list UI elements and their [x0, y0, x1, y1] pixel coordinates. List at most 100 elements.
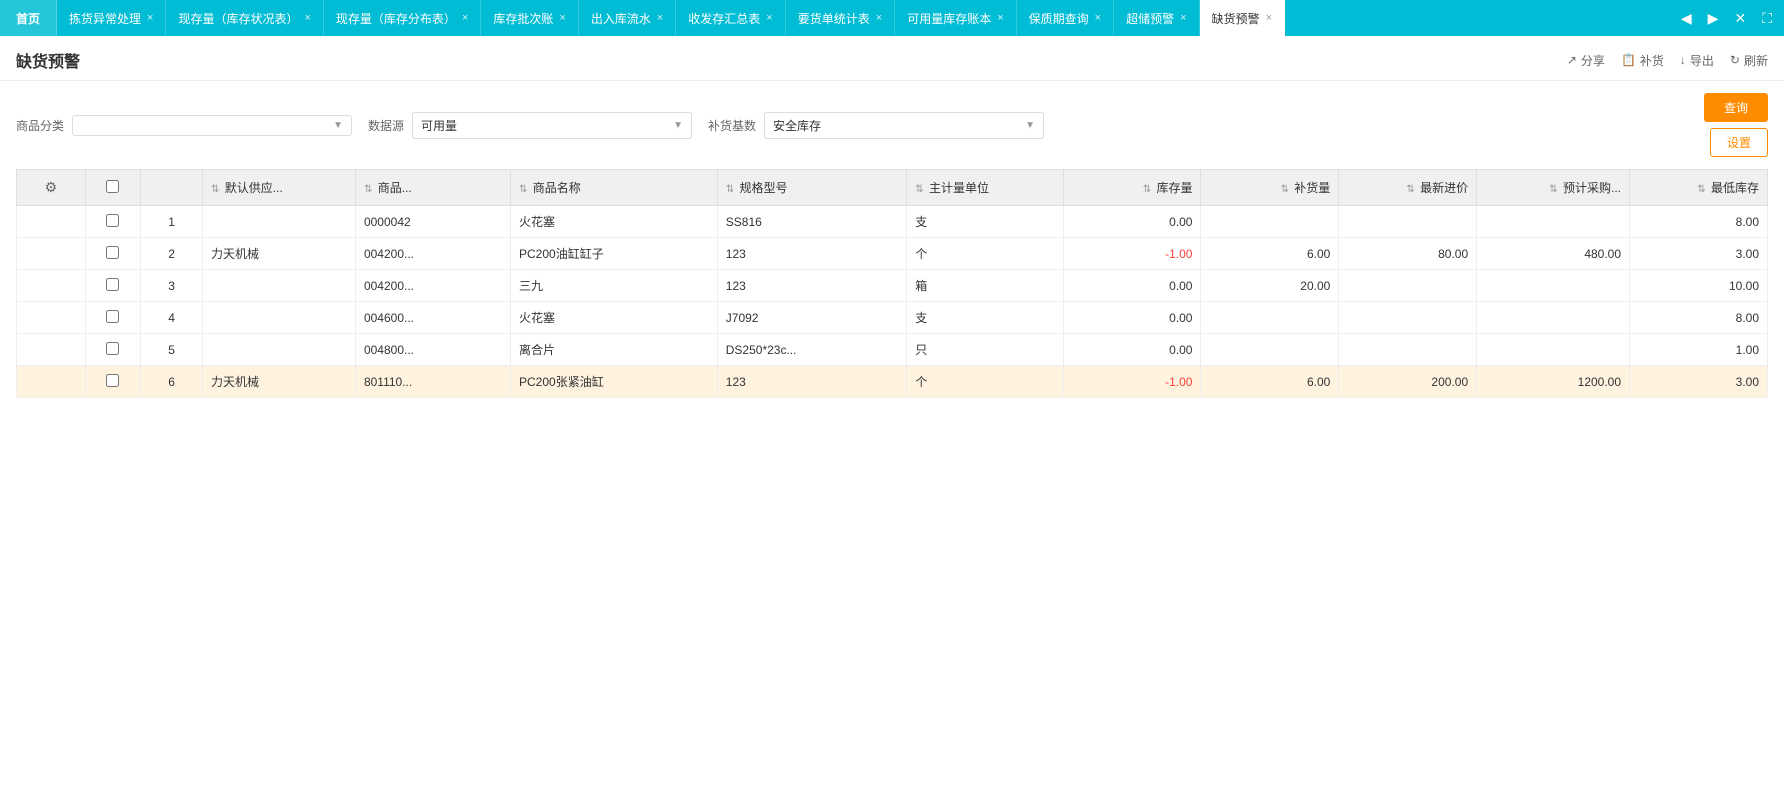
close-tab-overstock[interactable]: ×	[1180, 12, 1186, 24]
tab-home[interactable]: 首页	[0, 0, 57, 36]
query-button[interactable]: 查询	[1704, 93, 1768, 122]
row-name: 离合片	[511, 334, 718, 366]
col-supplier-header: ⇅ 默认供应...	[203, 170, 356, 206]
replenish-base-filter-group: 补货基数 安全库存 ▼	[708, 112, 1044, 139]
row-unit: 箱	[907, 270, 1063, 302]
row-latest-price	[1339, 270, 1477, 302]
row-checkbox[interactable]	[85, 238, 140, 270]
row-replenish: 20.00	[1201, 270, 1339, 302]
row-code: 004800...	[355, 334, 510, 366]
select-all-checkbox[interactable]	[106, 180, 119, 193]
row-settings[interactable]	[17, 366, 86, 398]
table-row: 6 力天机械 801110... PC200张紧油缸 123 个 -1.00 6…	[17, 366, 1768, 398]
row-supplier: 力天机械	[203, 366, 356, 398]
tab-shelf-life[interactable]: 保质期查询 ×	[1017, 0, 1114, 36]
settings-button[interactable]: 设置	[1710, 128, 1768, 157]
close-tab-shortage[interactable]: ×	[1266, 12, 1272, 24]
category-select[interactable]: ▼	[72, 115, 352, 136]
tab-recv-send[interactable]: 收发存汇总表 ×	[676, 0, 785, 36]
row-unit: 个	[907, 366, 1063, 398]
row-settings[interactable]	[17, 334, 86, 366]
row-settings[interactable]	[17, 302, 86, 334]
close-tab-recv-send[interactable]: ×	[766, 12, 772, 24]
row-select-checkbox[interactable]	[106, 374, 119, 387]
table-header-row: ⚙ ⇅ 默认供应... ⇅ 商品... ⇅	[17, 170, 1768, 206]
col-checkbox-header[interactable]	[85, 170, 140, 206]
datasource-select[interactable]: 可用量 ▼	[412, 112, 692, 139]
header-actions: ↗ 分享 📋 补货 ↓ 导出 ↻ 刷新	[1567, 52, 1768, 69]
row-stock: 0.00	[1063, 206, 1201, 238]
nav-prev-btn[interactable]: ◀	[1673, 6, 1700, 31]
page-header: 缺货预警 ↗ 分享 📋 补货 ↓ 导出 ↻ 刷新	[0, 36, 1784, 81]
export-action[interactable]: ↓ 导出	[1680, 52, 1714, 69]
close-tab-pick-error[interactable]: ×	[147, 12, 153, 24]
gear-icon[interactable]: ⚙	[45, 179, 58, 195]
export-icon: ↓	[1680, 53, 1686, 67]
row-checkbox[interactable]	[85, 206, 140, 238]
row-min-stock: 1.00	[1630, 334, 1768, 366]
row-select-checkbox[interactable]	[106, 246, 119, 259]
name-sort-icon: ⇅	[519, 184, 527, 195]
row-supplier	[203, 334, 356, 366]
row-settings[interactable]	[17, 206, 86, 238]
row-min-stock: 8.00	[1630, 206, 1768, 238]
supplier-sort-icon: ⇅	[211, 184, 219, 195]
table-row: 2 力天机械 004200... PC200油缸缸子 123 个 -1.00 6…	[17, 238, 1768, 270]
refresh-action[interactable]: ↻ 刷新	[1730, 52, 1768, 69]
row-index: 2	[141, 238, 203, 270]
close-tab-shelf-life[interactable]: ×	[1095, 12, 1101, 24]
row-latest-price	[1339, 334, 1477, 366]
replenish-base-arrow-icon: ▼	[1025, 120, 1035, 131]
col-index-header	[141, 170, 203, 206]
tab-inout-flow[interactable]: 出入库流水 ×	[579, 0, 676, 36]
col-settings[interactable]: ⚙	[17, 170, 86, 206]
row-replenish	[1201, 206, 1339, 238]
tab-avail-stock[interactable]: 可用量库存账本 ×	[895, 0, 1016, 36]
stock-sort-icon: ⇅	[1143, 184, 1151, 195]
close-tab-inout-flow[interactable]: ×	[657, 12, 663, 24]
row-select-checkbox[interactable]	[106, 310, 119, 323]
row-select-checkbox[interactable]	[106, 342, 119, 355]
row-latest-price	[1339, 206, 1477, 238]
row-index: 3	[141, 270, 203, 302]
replenish-action[interactable]: 📋 补货	[1621, 52, 1664, 69]
row-settings[interactable]	[17, 238, 86, 270]
nav-close-btn[interactable]: ✕	[1726, 6, 1754, 31]
tab-stock-status[interactable]: 现存量（库存状况表） ×	[166, 0, 323, 36]
row-settings[interactable]	[17, 270, 86, 302]
table-row: 4 004600... 火花塞 J7092 支 0.00 8.00	[17, 302, 1768, 334]
table-row: 1 0000042 火花塞 SS816 支 0.00 8.00	[17, 206, 1768, 238]
row-select-checkbox[interactable]	[106, 278, 119, 291]
row-checkbox[interactable]	[85, 334, 140, 366]
row-spec: 123	[717, 366, 907, 398]
tab-pick-error[interactable]: 拣货异常处理 ×	[57, 0, 166, 36]
close-tab-stock-dist[interactable]: ×	[462, 12, 468, 24]
row-index: 6	[141, 366, 203, 398]
close-tab-stock-status[interactable]: ×	[304, 12, 310, 24]
row-checkbox[interactable]	[85, 270, 140, 302]
row-supplier	[203, 206, 356, 238]
row-stock: 0.00	[1063, 270, 1201, 302]
nav-expand-btn[interactable]: ⛶	[1754, 6, 1780, 31]
close-tab-order-stat[interactable]: ×	[876, 12, 882, 24]
row-unit: 支	[907, 302, 1063, 334]
tab-stock-batch[interactable]: 库存批次账 ×	[481, 0, 578, 36]
close-tab-avail-stock[interactable]: ×	[997, 12, 1003, 24]
row-checkbox[interactable]	[85, 302, 140, 334]
col-replenish-header: ⇅ 补货量	[1201, 170, 1339, 206]
row-replenish	[1201, 334, 1339, 366]
nav-next-btn[interactable]: ▶	[1700, 6, 1727, 31]
tab-overstock[interactable]: 超储预警 ×	[1114, 0, 1199, 36]
tab-stock-dist[interactable]: 现存量（库存分布表） ×	[324, 0, 481, 36]
table-row: 3 004200... 三九 123 箱 0.00 20.00 10.00	[17, 270, 1768, 302]
replenish-sort-icon: ⇅	[1281, 184, 1289, 195]
tab-order-stat[interactable]: 要货单统计表 ×	[786, 0, 895, 36]
tab-shortage[interactable]: 缺货预警 ×	[1200, 0, 1285, 36]
row-select-checkbox[interactable]	[106, 214, 119, 227]
row-code: 004200...	[355, 270, 510, 302]
replenish-base-select[interactable]: 安全库存 ▼	[764, 112, 1044, 139]
share-action[interactable]: ↗ 分享	[1567, 52, 1605, 69]
row-checkbox[interactable]	[85, 366, 140, 398]
row-name: 火花塞	[511, 302, 718, 334]
close-tab-stock-batch[interactable]: ×	[559, 12, 565, 24]
